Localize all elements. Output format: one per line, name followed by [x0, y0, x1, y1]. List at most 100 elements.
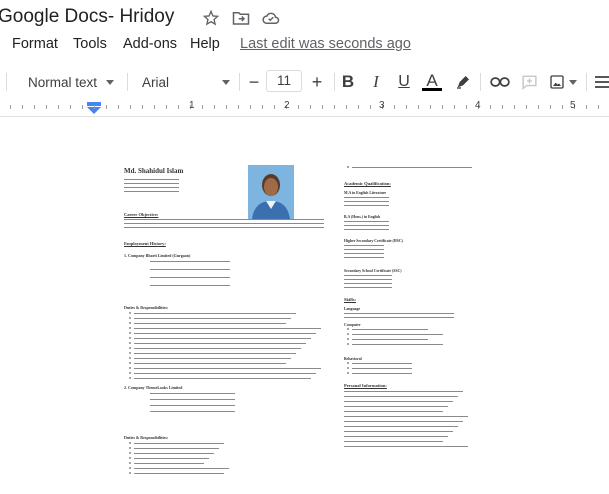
toolbar-separator [334, 73, 335, 91]
last-edit-link[interactable]: Last edit was seconds ago [240, 36, 411, 52]
italic-button[interactable]: I [367, 72, 385, 92]
degree-3: Higher Secondary Certificate (HSC) [344, 239, 403, 243]
menu-format[interactable]: Format [12, 36, 58, 52]
text-line [344, 411, 443, 412]
menu-tools[interactable]: Tools [73, 36, 107, 52]
bullet [129, 472, 131, 474]
text-line [134, 358, 291, 359]
ruler-tick [394, 105, 395, 109]
text-line [344, 197, 389, 198]
menu-add-ons[interactable]: Add-ons [123, 36, 177, 52]
bullet [129, 342, 131, 344]
ruler-tick [82, 105, 83, 109]
increase-font-size-button[interactable]: + [308, 72, 326, 92]
toolbar-separator [127, 73, 128, 91]
text-line [344, 391, 463, 392]
text-line [344, 245, 384, 246]
decrease-font-size-button[interactable]: − [246, 72, 262, 92]
ruler-tick [166, 105, 167, 109]
text-line [134, 443, 224, 444]
highlight-pen-icon[interactable] [453, 72, 473, 92]
ruler-tick [490, 105, 491, 109]
text-line [134, 458, 209, 459]
bold-button[interactable]: B [339, 72, 357, 92]
profile-photo [248, 165, 294, 219]
paragraph-style-dropdown[interactable]: Normal text [28, 72, 97, 92]
degree-1: M.A in English Literature [344, 191, 387, 195]
document-title[interactable]: Google Docs- Hridoy [0, 6, 174, 28]
ruler-tick [514, 105, 515, 109]
bullet [129, 357, 131, 359]
horizontal-ruler[interactable]: 1 2 3 4 5 [0, 98, 609, 117]
bullet [129, 447, 131, 449]
text-line [134, 318, 291, 319]
menu-help[interactable]: Help [190, 36, 220, 52]
bullet [347, 367, 349, 369]
company-2: 2. Company ThemeLooks Limited [124, 385, 183, 390]
bullet [347, 333, 349, 335]
text-line [150, 269, 230, 270]
bullet [347, 328, 349, 330]
text-line [352, 344, 443, 345]
document-canvas[interactable]: Md. Shahidul Islam Career Objective: Emp… [0, 117, 609, 494]
text-line [344, 229, 389, 230]
ruler-tick [310, 105, 311, 109]
text-line [134, 333, 316, 334]
ruler-tick [526, 105, 527, 109]
ruler-tick [466, 105, 467, 109]
font-family-chevron-down-icon[interactable] [222, 80, 230, 85]
duties-heading-2: Duties & Responsibilities: [124, 435, 169, 440]
duties-heading: Duties & Responsibilities: [124, 305, 169, 310]
text-line [134, 473, 224, 474]
star-icon[interactable] [202, 9, 220, 27]
degree-4: Secondary School Certificate (SSC) [344, 269, 402, 273]
text-line [352, 329, 428, 330]
text-line [344, 257, 384, 258]
degree-2: B.A (Hons.) in English [344, 215, 381, 219]
language-heading: Language [344, 307, 361, 311]
text-line [344, 446, 468, 447]
bullet [129, 362, 131, 364]
text-line [134, 348, 301, 349]
text-line [344, 441, 443, 442]
bullet [129, 367, 131, 369]
text-color-swatch [422, 88, 442, 91]
move-to-folder-icon[interactable] [232, 9, 250, 27]
skills-heading: Skills: [344, 297, 357, 302]
text-line [134, 338, 311, 339]
paragraph-style-chevron-down-icon[interactable] [106, 80, 114, 85]
ruler-tick [274, 105, 275, 109]
font-family-dropdown[interactable]: Arial [142, 72, 169, 92]
document-page[interactable]: Md. Shahidul Islam Career Objective: Emp… [120, 157, 480, 487]
text-line [134, 448, 219, 449]
add-comment-icon[interactable] [519, 72, 539, 92]
ruler-tick [430, 105, 431, 109]
academic-heading: Academic Qualification: [344, 181, 391, 186]
insert-link-icon[interactable] [489, 72, 511, 92]
text-line [344, 431, 453, 432]
text-line [134, 463, 204, 464]
text-line [134, 453, 214, 454]
font-size-input[interactable]: 11 [266, 70, 302, 92]
text-color-button[interactable]: A [421, 72, 443, 92]
text-line [344, 201, 389, 202]
insert-image-icon[interactable] [547, 72, 567, 92]
text-line [150, 277, 230, 278]
underline-button[interactable]: U [395, 72, 413, 92]
insert-image-chevron-down-icon[interactable] [569, 80, 577, 85]
text-line [134, 368, 321, 369]
more-options-icon[interactable] [595, 72, 609, 92]
text-line [134, 323, 286, 324]
ruler-tick [298, 105, 299, 109]
bullet [129, 332, 131, 334]
bullet [129, 372, 131, 374]
bullet [129, 327, 131, 329]
cloud-status-icon[interactable] [262, 9, 280, 27]
ruler-tick [346, 105, 347, 109]
text-line [124, 227, 324, 228]
text-line [344, 406, 448, 407]
ruler-tick [202, 105, 203, 109]
ruler-tick [358, 105, 359, 109]
ruler-tick [178, 105, 179, 109]
ruler-tick [214, 105, 215, 109]
